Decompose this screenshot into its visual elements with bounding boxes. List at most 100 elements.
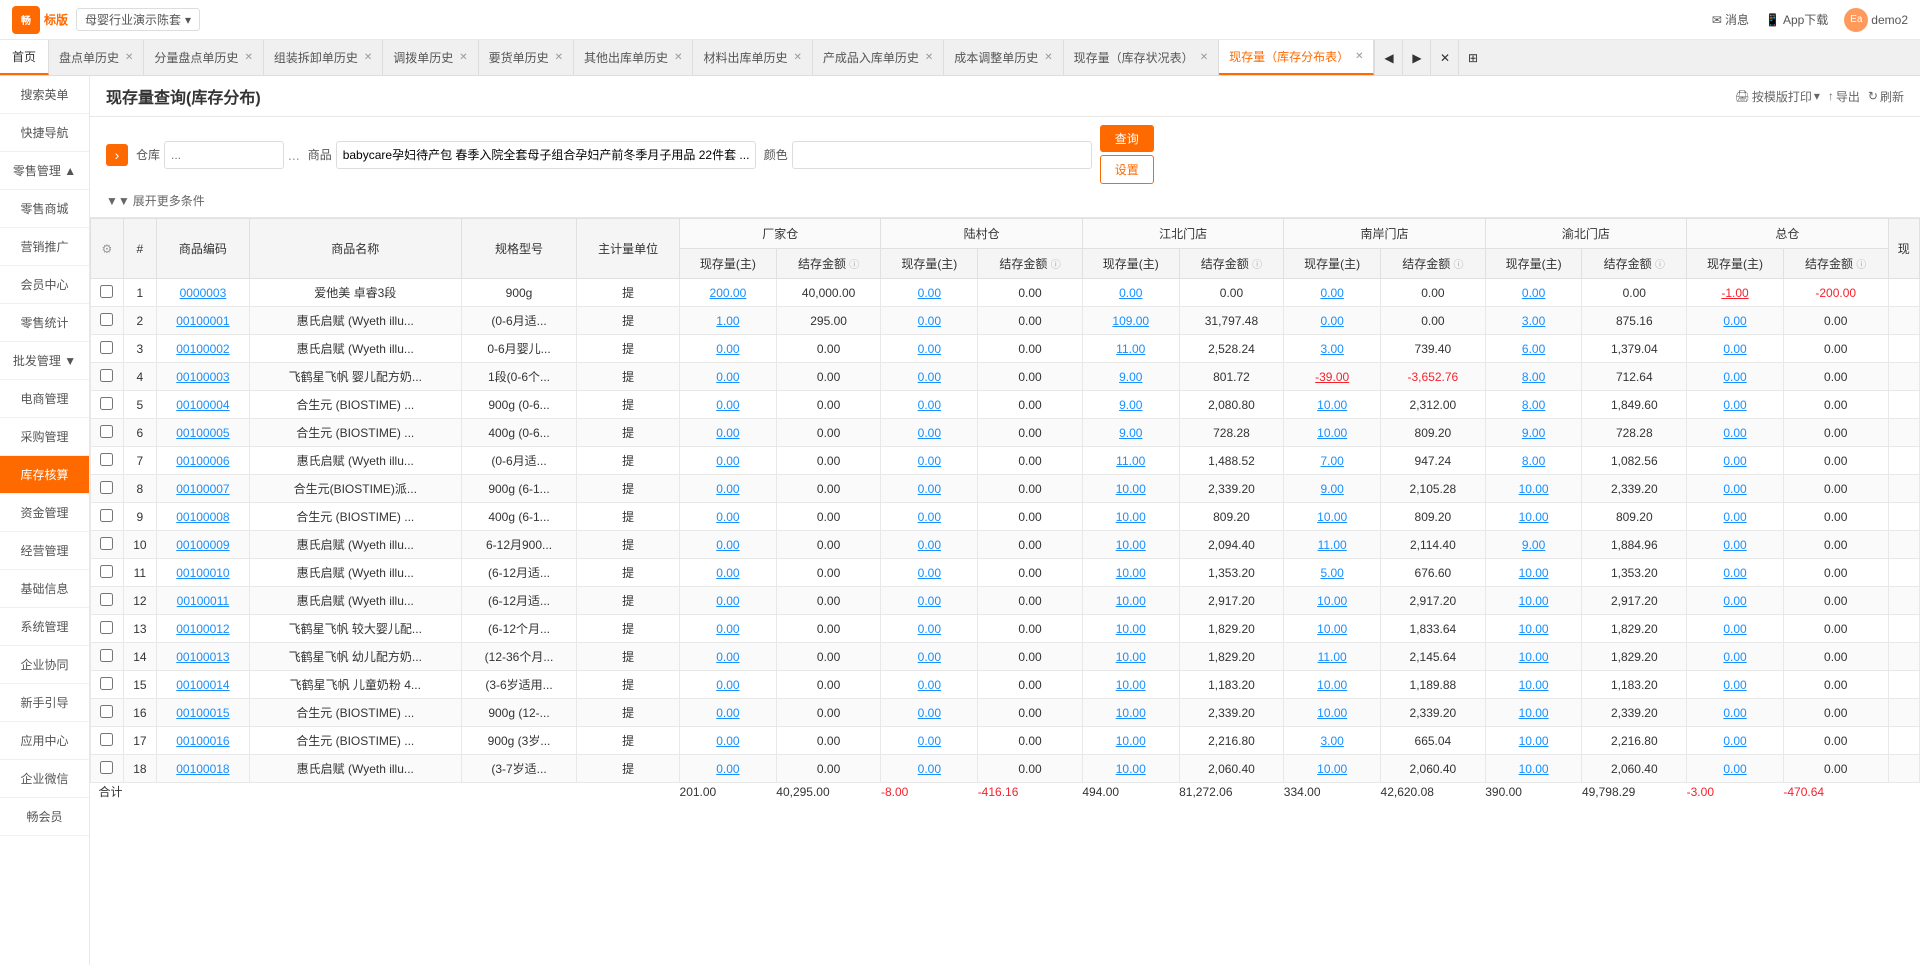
- row-w5-qty[interactable]: 10.00: [1485, 503, 1582, 531]
- tab-home[interactable]: 首页: [0, 40, 49, 75]
- row-w4-qty[interactable]: 3.00: [1284, 727, 1381, 755]
- tab-yaohuo[interactable]: 要货单历史 ✕: [479, 40, 574, 75]
- row-total-qty[interactable]: -1.00: [1687, 279, 1784, 307]
- tab-zuhe[interactable]: 组装拆卸单历史 ✕: [264, 40, 383, 75]
- row-w1-qty[interactable]: 0.00: [680, 475, 777, 503]
- row-code[interactable]: 00100012: [157, 615, 250, 643]
- row-total-qty[interactable]: 0.00: [1687, 447, 1784, 475]
- row-code[interactable]: 00100003: [157, 363, 250, 391]
- sidebar-item-appcenter[interactable]: 应用中心: [0, 722, 89, 760]
- row-w5-qty[interactable]: 0.00: [1485, 279, 1582, 307]
- close-icon[interactable]: ✕: [1044, 52, 1052, 63]
- export-btn[interactable]: ↑ 导出: [1828, 88, 1860, 105]
- row-code[interactable]: 00100013: [157, 643, 250, 671]
- row-w5-qty[interactable]: 10.00: [1485, 699, 1582, 727]
- tab-chengpin[interactable]: 产成品入库单历史 ✕: [813, 40, 944, 75]
- expand-conditions-btn[interactable]: ▼▼ 展开更多条件: [106, 192, 205, 209]
- sidebar-item-member2[interactable]: 畅会员: [0, 798, 89, 836]
- row-w2-qty[interactable]: 0.00: [881, 335, 978, 363]
- sidebar-item-nav[interactable]: 快捷导航: [0, 114, 89, 152]
- row-w5-qty[interactable]: 9.00: [1485, 531, 1582, 559]
- row-w1-qty[interactable]: 0.00: [680, 531, 777, 559]
- row-w3-qty[interactable]: 10.00: [1082, 531, 1179, 559]
- print-btn[interactable]: 🖨 按模版打印 ▾: [1735, 88, 1820, 105]
- row-total-qty[interactable]: 0.00: [1687, 391, 1784, 419]
- row-w5-qty[interactable]: 8.00: [1485, 391, 1582, 419]
- row-w1-qty[interactable]: 200.00: [680, 279, 777, 307]
- warehouse-input[interactable]: [164, 141, 284, 169]
- tab-diaobo[interactable]: 调拨单历史 ✕: [383, 40, 478, 75]
- product-input[interactable]: [336, 141, 756, 169]
- row-w1-qty[interactable]: 0.00: [680, 391, 777, 419]
- row-code[interactable]: 00100005: [157, 419, 250, 447]
- close-icon[interactable]: ✕: [1200, 52, 1208, 63]
- row-w5-qty[interactable]: 10.00: [1485, 587, 1582, 615]
- row-w2-qty[interactable]: 0.00: [881, 643, 978, 671]
- sidebar-item-basic[interactable]: 基础信息: [0, 570, 89, 608]
- row-w4-qty[interactable]: 10.00: [1284, 587, 1381, 615]
- row-w3-qty[interactable]: 9.00: [1082, 419, 1179, 447]
- sidebar-item-wholesale[interactable]: 批发管理 ▼: [0, 342, 89, 380]
- close-icon[interactable]: ✕: [674, 52, 682, 63]
- row-w1-qty[interactable]: 0.00: [680, 419, 777, 447]
- row-select[interactable]: [91, 755, 124, 783]
- tab-chenben[interactable]: 成本调整单历史 ✕: [944, 40, 1063, 75]
- row-code[interactable]: 00100016: [157, 727, 250, 755]
- row-w4-qty[interactable]: 10.00: [1284, 755, 1381, 783]
- row-total-qty[interactable]: 0.00: [1687, 475, 1784, 503]
- row-w3-qty[interactable]: 10.00: [1082, 559, 1179, 587]
- row-w4-qty[interactable]: 0.00: [1284, 307, 1381, 335]
- row-w5-qty[interactable]: 3.00: [1485, 307, 1582, 335]
- row-w1-qty[interactable]: 0.00: [680, 503, 777, 531]
- row-w4-qty[interactable]: 11.00: [1284, 531, 1381, 559]
- row-w2-qty[interactable]: 0.00: [881, 699, 978, 727]
- row-w2-qty[interactable]: 0.00: [881, 307, 978, 335]
- row-code[interactable]: 0000003: [157, 279, 250, 307]
- tab-expand-btn[interactable]: ⊞: [1458, 40, 1486, 75]
- row-w4-qty[interactable]: 9.00: [1284, 475, 1381, 503]
- row-w4-qty[interactable]: 11.00: [1284, 643, 1381, 671]
- row-w1-qty[interactable]: 0.00: [680, 755, 777, 783]
- row-select[interactable]: [91, 643, 124, 671]
- row-total-qty[interactable]: 0.00: [1687, 755, 1784, 783]
- row-total-qty[interactable]: 0.00: [1687, 419, 1784, 447]
- row-w2-qty[interactable]: 0.00: [881, 447, 978, 475]
- sidebar-item-system[interactable]: 系统管理: [0, 608, 89, 646]
- row-w2-qty[interactable]: 0.00: [881, 419, 978, 447]
- row-w1-qty[interactable]: 0.00: [680, 335, 777, 363]
- tab-fenpandian[interactable]: 分量盘点单历史 ✕: [144, 40, 263, 75]
- row-select[interactable]: [91, 419, 124, 447]
- row-w2-qty[interactable]: 0.00: [881, 363, 978, 391]
- row-total-qty[interactable]: 0.00: [1687, 363, 1784, 391]
- row-w3-qty[interactable]: 11.00: [1082, 335, 1179, 363]
- row-w5-qty[interactable]: 10.00: [1485, 755, 1582, 783]
- row-w3-qty[interactable]: 10.00: [1082, 503, 1179, 531]
- row-w5-qty[interactable]: 10.00: [1485, 671, 1582, 699]
- row-w3-qty[interactable]: 10.00: [1082, 643, 1179, 671]
- row-w1-qty[interactable]: 0.00: [680, 699, 777, 727]
- row-w1-qty[interactable]: 0.00: [680, 615, 777, 643]
- row-w2-qty[interactable]: 0.00: [881, 727, 978, 755]
- row-w2-qty[interactable]: 0.00: [881, 559, 978, 587]
- row-w4-qty[interactable]: 7.00: [1284, 447, 1381, 475]
- row-select[interactable]: [91, 531, 124, 559]
- row-w4-qty[interactable]: 10.00: [1284, 671, 1381, 699]
- col-gear[interactable]: ⚙: [91, 219, 124, 279]
- sidebar-item-collab[interactable]: 企业协同: [0, 646, 89, 684]
- row-w4-qty[interactable]: -39.00: [1284, 363, 1381, 391]
- row-select[interactable]: [91, 587, 124, 615]
- tab-pandian[interactable]: 盘点单历史 ✕: [49, 40, 144, 75]
- row-w3-qty[interactable]: 10.00: [1082, 615, 1179, 643]
- tab-xiancunkuang[interactable]: 现存量（库存状况表） ✕: [1064, 40, 1219, 75]
- toggle-filter-btn[interactable]: ›: [106, 144, 128, 166]
- row-w4-qty[interactable]: 10.00: [1284, 699, 1381, 727]
- row-w1-qty[interactable]: 0.00: [680, 727, 777, 755]
- row-total-qty[interactable]: 0.00: [1687, 699, 1784, 727]
- row-code[interactable]: 00100009: [157, 531, 250, 559]
- row-w2-qty[interactable]: 0.00: [881, 475, 978, 503]
- row-w3-qty[interactable]: 10.00: [1082, 671, 1179, 699]
- warehouse-dots[interactable]: ...: [288, 147, 300, 163]
- row-select[interactable]: [91, 475, 124, 503]
- row-w1-qty[interactable]: 0.00: [680, 587, 777, 615]
- sidebar-item-purchase[interactable]: 采购管理: [0, 418, 89, 456]
